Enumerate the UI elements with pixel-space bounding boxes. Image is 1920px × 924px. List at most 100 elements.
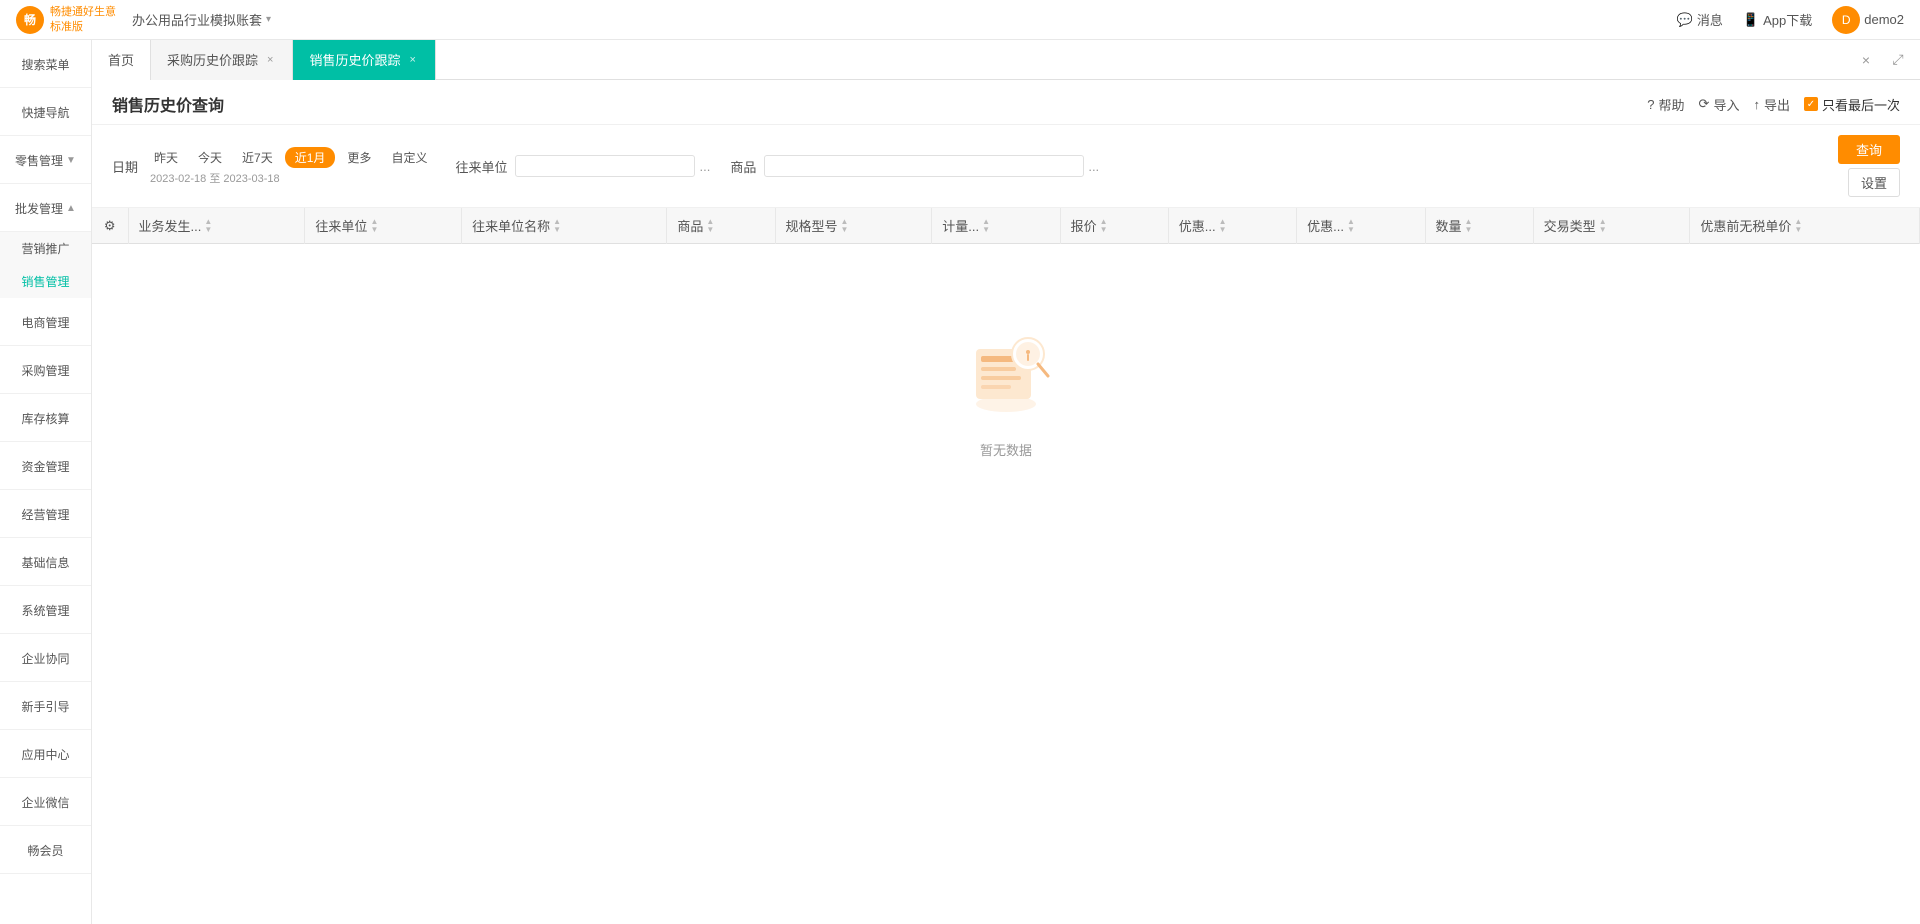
sidebar-item-new-user-guide[interactable]: 新手引导	[0, 682, 91, 730]
partner-dots-btn[interactable]: ...	[699, 159, 710, 174]
tab-sales-history-close[interactable]: ×	[406, 53, 418, 67]
sidebar-item-wholesale-mgmt[interactable]: 批发管理 ▲	[0, 184, 91, 232]
help-label: 帮助	[1659, 95, 1685, 114]
tab-home[interactable]: 首页	[92, 40, 151, 80]
view-last-only-checkbox[interactable]: ✓ 只看最后一次	[1804, 95, 1900, 114]
sidebar-item-member-club-label: 畅会员	[27, 842, 63, 859]
date-tab-last7days[interactable]: 近7天	[234, 147, 281, 168]
tab-purchase-history[interactable]: 采购历史价跟踪 ×	[151, 40, 293, 80]
partner-input-wrap: ...	[515, 155, 710, 177]
sort-arrows-quote: ▲▼	[1100, 218, 1108, 234]
sidebar-item-enterprise-collab[interactable]: 企业协同	[0, 634, 91, 682]
company-dropdown-arrow: ▾	[266, 14, 271, 25]
date-tab-yesterday[interactable]: 昨天	[146, 147, 186, 168]
export-link[interactable]: ↑ 导出	[1753, 95, 1790, 114]
sidebar-item-finance-mgmt[interactable]: 资金管理	[0, 442, 91, 490]
sidebar-item-member-club[interactable]: 畅会员	[0, 826, 91, 874]
table-header-quote[interactable]: 报价 ▲▼	[1060, 208, 1168, 244]
tab-home-label: 首页	[108, 50, 134, 69]
tab-purchase-history-close[interactable]: ×	[264, 53, 276, 67]
table-header-gear[interactable]: ⚙	[92, 208, 128, 244]
goods-input[interactable]	[764, 155, 1084, 177]
goods-dots-btn[interactable]: ...	[1088, 159, 1099, 174]
goods-filter-label: 商品	[730, 157, 756, 176]
app-download-label: App下载	[1763, 10, 1812, 29]
app-download-btn[interactable]: 📱 App下载	[1743, 10, 1812, 29]
table-header-trade-type[interactable]: 交易类型 ▲▼	[1533, 208, 1690, 244]
main-layout: 搜索菜单 快捷导航 零售管理 ▼ 批发管理 ▲ 营销推广	[0, 40, 1920, 924]
sidebar-item-marketing[interactable]: 营销推广	[0, 232, 91, 265]
sidebar-item-sales-mgmt[interactable]: 销售管理	[0, 265, 91, 298]
table-header-partner-code[interactable]: 往来单位 ▲▼	[305, 208, 462, 244]
settings-button[interactable]: 设置	[1848, 168, 1900, 197]
table-header-qty[interactable]: 数量 ▲▼	[1425, 208, 1533, 244]
top-header: 畅 畅捷通好生意 标准版 办公用品行业模拟账套 ▾ 💬 消息 📱 App下载 D…	[0, 0, 1920, 40]
page-content: 销售历史价查询 ? 帮助 ⟳ 导入 ↑ 导出 ✓	[92, 80, 1920, 924]
sidebar-item-ecom-mgmt[interactable]: 电商管理	[0, 298, 91, 346]
sort-arrows-goods: ▲▼	[706, 218, 714, 234]
query-button[interactable]: 查询	[1838, 135, 1900, 164]
sidebar-item-quick-nav[interactable]: 快捷导航	[0, 88, 91, 136]
sidebar-item-search-menu[interactable]: 搜索菜单	[0, 40, 91, 88]
export-label: 导出	[1764, 95, 1790, 114]
table-header-unit[interactable]: 计量... ▲▼	[932, 208, 1060, 244]
sort-arrows-partner-code: ▲▼	[370, 218, 378, 234]
table-header-partner-name[interactable]: 往来单位名称 ▲▼	[462, 208, 667, 244]
tab-close-all-btn[interactable]: ×	[1852, 46, 1880, 74]
view-last-only-label: 只看最后一次	[1822, 95, 1900, 114]
sidebar-item-inventory-label: 库存核算	[21, 410, 69, 427]
tab-sales-history[interactable]: 销售历史价跟踪 ×	[293, 40, 435, 80]
company-name: 办公用品行业模拟账套	[132, 10, 262, 29]
table-header-biz-date[interactable]: 业务发生... ▲▼	[128, 208, 305, 244]
sidebar-item-basic-info[interactable]: 基础信息	[0, 538, 91, 586]
tab-actions: × ⤢	[1852, 46, 1920, 74]
sidebar-item-purchase-mgmt[interactable]: 采购管理	[0, 346, 91, 394]
gear-icon: ⚙	[104, 218, 116, 233]
date-tab-custom[interactable]: 自定义	[383, 147, 435, 168]
goods-input-wrap: ...	[764, 155, 1099, 177]
sidebar-item-marketing-label: 营销推广	[21, 240, 69, 257]
message-btn[interactable]: 💬 消息	[1677, 10, 1723, 29]
help-link[interactable]: ? 帮助	[1647, 95, 1684, 114]
company-selector[interactable]: 办公用品行业模拟账套 ▾	[124, 6, 279, 33]
sidebar-item-app-center[interactable]: 应用中心	[0, 730, 91, 778]
import-link[interactable]: ⟳ 导入	[1699, 95, 1740, 114]
tab-bar: 首页 采购历史价跟踪 × 销售历史价跟踪 × × ⤢	[92, 40, 1920, 80]
table-header-discount2[interactable]: 优惠... ▲▼	[1297, 208, 1425, 244]
sidebar-item-operations-mgmt[interactable]: 经营管理	[0, 490, 91, 538]
goods-filter-group: 商品 ...	[730, 155, 1099, 177]
sidebar-item-ecom-mgmt-label: 电商管理	[21, 314, 69, 331]
sidebar-item-enterprise-wechat[interactable]: 企业微信	[0, 778, 91, 826]
user-menu[interactable]: D demo2	[1832, 6, 1904, 34]
content-area: 首页 采购历史价跟踪 × 销售历史价跟踪 × × ⤢ 销售历史价查询	[92, 40, 1920, 924]
header-left: 畅 畅捷通好生意 标准版 办公用品行业模拟账套 ▾	[16, 5, 279, 34]
date-tab-today[interactable]: 今天	[190, 147, 230, 168]
sidebar: 搜索菜单 快捷导航 零售管理 ▼ 批发管理 ▲ 营销推广	[0, 40, 92, 924]
sidebar-item-retail-mgmt[interactable]: 零售管理 ▼	[0, 136, 91, 184]
sidebar-item-retail-mgmt-label: 零售管理 ▼	[15, 152, 76, 169]
sidebar-item-inventory[interactable]: 库存核算	[0, 394, 91, 442]
sort-arrows-qty: ▲▼	[1465, 218, 1473, 234]
retail-mgmt-arrow: ▼	[66, 155, 76, 166]
date-filter-group: 日期 昨天 今天 近7天 近1月 更多 自定义 2023-02-18 至 202…	[112, 147, 435, 186]
empty-illustration	[956, 324, 1056, 424]
table-header-goods[interactable]: 商品 ▲▼	[667, 208, 775, 244]
table-header-discount1[interactable]: 优惠... ▲▼	[1168, 208, 1296, 244]
table-header-spec[interactable]: 规格型号 ▲▼	[775, 208, 932, 244]
sidebar-item-enterprise-wechat-label: 企业微信	[21, 794, 69, 811]
empty-text: 暂无数据	[980, 440, 1032, 459]
sidebar-item-system-mgmt[interactable]: 系统管理	[0, 586, 91, 634]
date-tab-more[interactable]: 更多	[339, 147, 379, 168]
wholesale-mgmt-arrow: ▲	[66, 203, 76, 214]
date-tab-last1month[interactable]: 近1月	[285, 147, 336, 168]
sidebar-item-wholesale-mgmt-label: 批发管理 ▲	[15, 200, 76, 217]
sidebar-item-new-user-guide-label: 新手引导	[21, 698, 69, 715]
partner-filter-label: 往来单位	[455, 157, 507, 176]
date-range-text: 2023-02-18 至 2023-03-18	[150, 170, 435, 186]
sort-arrows-pretax-price: ▲▼	[1794, 218, 1802, 234]
tab-expand-btn[interactable]: ⤢	[1884, 46, 1912, 74]
partner-input[interactable]	[515, 155, 695, 177]
tab-sales-history-label: 销售历史价跟踪	[309, 50, 400, 69]
table-header-pretax-price[interactable]: 优惠前无税单价 ▲▼	[1690, 208, 1920, 244]
avatar: D	[1832, 6, 1860, 34]
